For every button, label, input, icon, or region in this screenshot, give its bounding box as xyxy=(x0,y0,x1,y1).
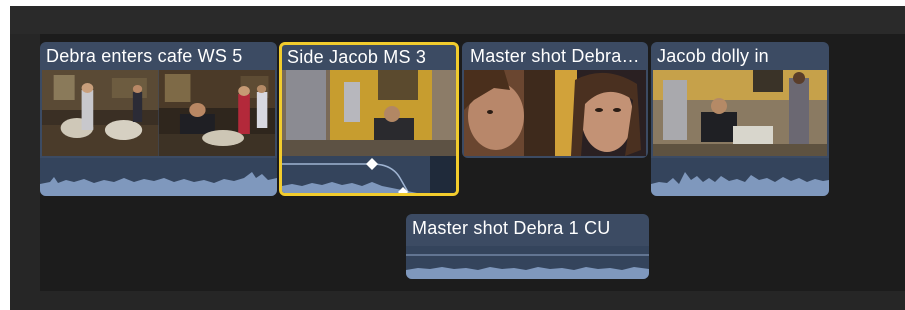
clip-filmstrip xyxy=(464,70,646,156)
audio-waveform xyxy=(406,246,649,279)
clip-title: Side Jacob MS 3 xyxy=(287,47,427,67)
clip-title: Master shot Debra 1 CU xyxy=(470,46,642,66)
video-thumbnail xyxy=(282,70,456,156)
clip-debra-enters-cafe[interactable]: Debra enters cafe WS 5 xyxy=(40,42,277,196)
clip-master-shot-debra[interactable]: Master shot Debra 1 CU xyxy=(462,42,648,158)
clip-title: Master shot Debra 1 CU xyxy=(412,218,611,238)
audio-waveform xyxy=(282,156,456,193)
timeline-ruler[interactable] xyxy=(10,6,905,34)
video-thumbnail xyxy=(464,70,555,156)
clip-filmstrip xyxy=(282,70,456,156)
video-thumbnail xyxy=(42,70,159,156)
clip-filmstrip xyxy=(653,70,827,156)
clip-title: Debra enters cafe WS 5 xyxy=(46,46,243,66)
clip-side-jacob[interactable]: Side Jacob MS 3 xyxy=(279,42,459,196)
video-thumbnail xyxy=(555,70,646,156)
clip-jacob-dolly-in[interactable]: Jacob dolly in xyxy=(651,42,829,196)
audio-waveform xyxy=(651,158,829,196)
connected-clip-master-shot-debra[interactable]: Master shot Debra 1 CU xyxy=(406,214,649,279)
audio-waveform xyxy=(40,158,277,196)
clip-title: Jacob dolly in xyxy=(657,46,769,66)
video-thumbnail xyxy=(158,70,275,156)
video-thumbnail xyxy=(653,70,827,156)
clip-filmstrip xyxy=(42,70,275,156)
